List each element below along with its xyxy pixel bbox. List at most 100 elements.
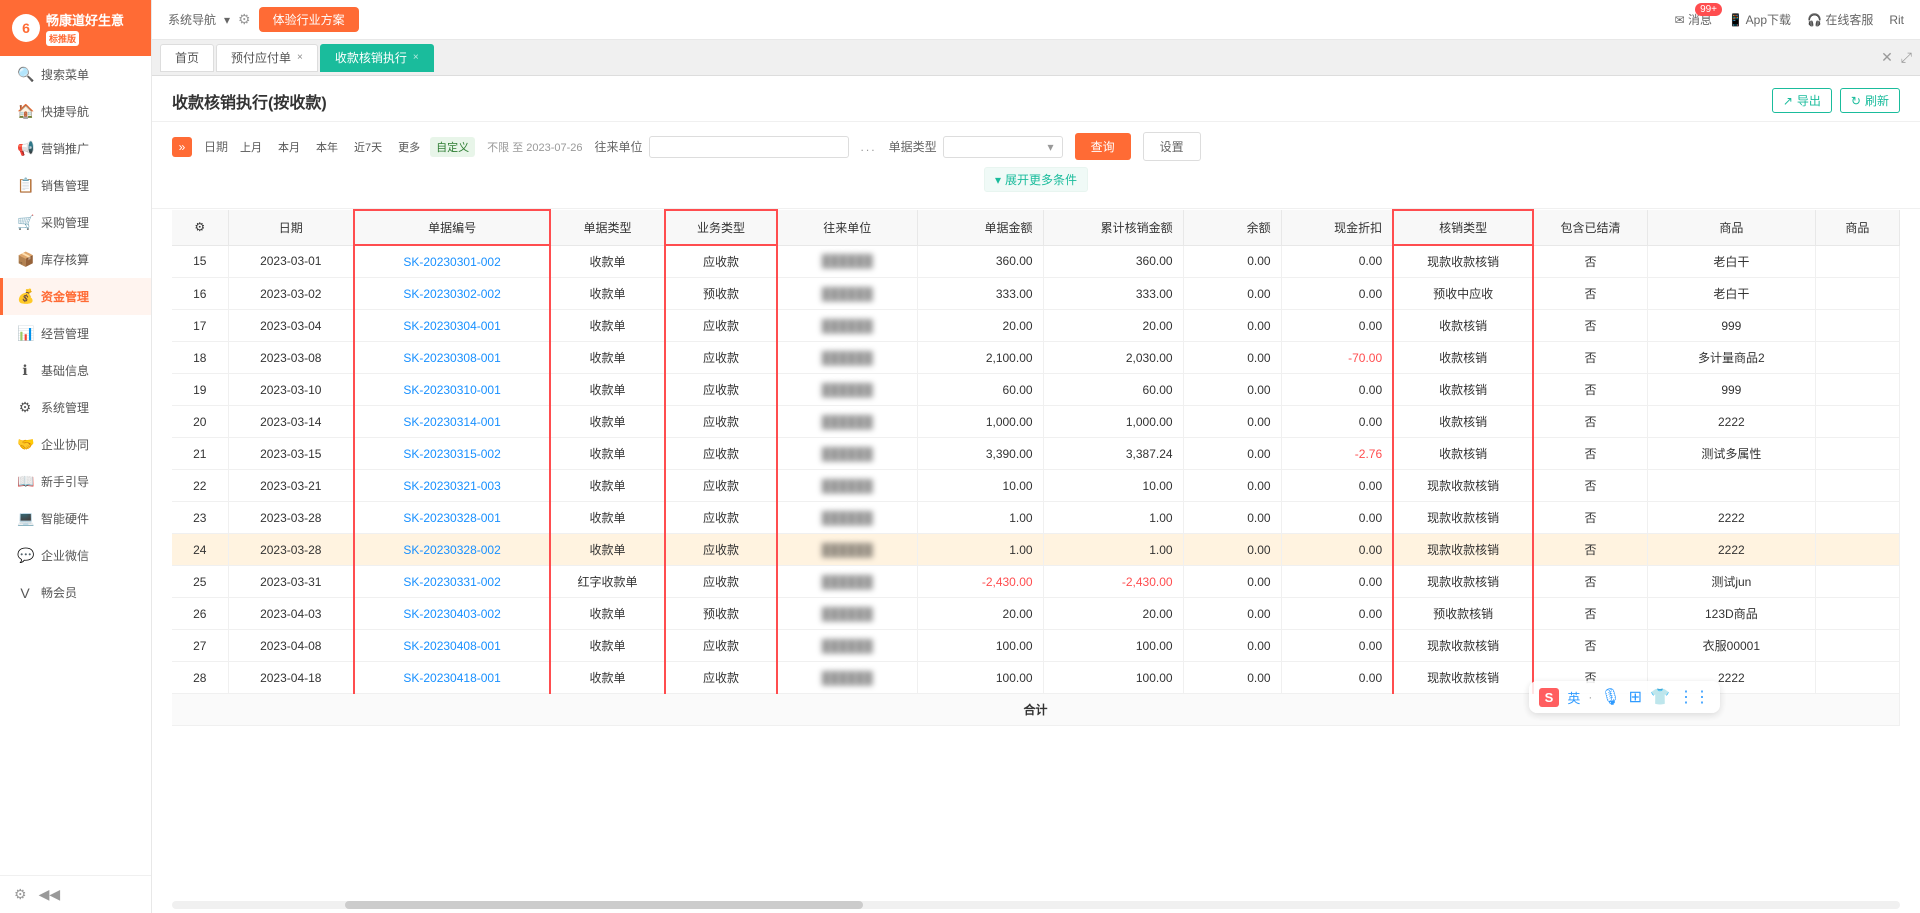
online-service-label: 在线客服 bbox=[1825, 13, 1873, 27]
expand-tabs-icon[interactable]: ⤢ bbox=[1901, 49, 1912, 66]
refresh-button[interactable]: ↻ 刷新 bbox=[1840, 88, 1900, 113]
table-cell[interactable]: SK-20230314-001 bbox=[354, 406, 550, 438]
doc-link[interactable]: SK-20230304-001 bbox=[403, 319, 500, 333]
table-cell[interactable]: SK-20230403-002 bbox=[354, 598, 550, 630]
sidebar-item-nav[interactable]: 🏠 快捷导航 bbox=[0, 93, 151, 130]
filter-expand-button[interactable]: » bbox=[172, 137, 192, 157]
export-button[interactable]: ↗ 导出 bbox=[1772, 88, 1832, 113]
sidebar-item-search[interactable]: 🔍 搜索菜单 bbox=[0, 56, 151, 93]
doc-link[interactable]: SK-20230403-002 bbox=[403, 607, 500, 621]
partner-input[interactable] bbox=[649, 136, 849, 158]
collapse-icon[interactable]: ◀◀ bbox=[39, 886, 61, 903]
date-7days[interactable]: 近7天 bbox=[348, 137, 388, 157]
table-cell[interactable]: SK-20230321-003 bbox=[354, 470, 550, 502]
content: 收款核销执行(按收款) ↗ 导出 ↻ 刷新 » 日期 上月 bbox=[152, 76, 1920, 913]
table-cell: 收款单 bbox=[550, 534, 665, 566]
filter-dots: ... bbox=[861, 140, 877, 154]
basic-icon: ℹ bbox=[17, 362, 33, 379]
table-cell: 0.00 bbox=[1281, 502, 1393, 534]
table-cell[interactable]: SK-20230304-001 bbox=[354, 310, 550, 342]
table-cell: ██████ bbox=[777, 630, 917, 662]
table-cell: ██████ bbox=[777, 662, 917, 694]
settings-bottom-icon[interactable]: ⚙ bbox=[14, 886, 27, 903]
table-cell[interactable]: SK-20230328-001 bbox=[354, 502, 550, 534]
table-cell[interactable]: SK-20230301-002 bbox=[354, 245, 550, 278]
doc-link[interactable]: SK-20230315-002 bbox=[403, 447, 500, 461]
topbar-dropdown[interactable]: ▾ bbox=[224, 13, 230, 27]
expand-more-icon: ▾ bbox=[995, 173, 1001, 187]
filter-settings-button[interactable]: 设置 bbox=[1143, 132, 1201, 161]
tab-prepay[interactable]: 预付应付单 × bbox=[216, 44, 318, 72]
doc-link[interactable]: SK-20230418-001 bbox=[403, 671, 500, 685]
table-cell[interactable]: SK-20230310-001 bbox=[354, 374, 550, 406]
table-cell: 2023-03-31 bbox=[228, 566, 354, 598]
doctype-select[interactable]: ▾ bbox=[943, 136, 1063, 158]
doc-link[interactable]: SK-20230301-002 bbox=[403, 255, 500, 269]
app-name: 畅康道好生意 bbox=[46, 10, 124, 29]
table-cell: 17 bbox=[172, 310, 228, 342]
sidebar-item-label: 搜索菜单 bbox=[41, 66, 89, 83]
app-download[interactable]: 📱 App下载 bbox=[1728, 11, 1791, 28]
table-row: 162023-03-02SK-20230302-002收款单预收款██████3… bbox=[172, 278, 1900, 310]
table-cell: 0.00 bbox=[1183, 534, 1281, 566]
doc-link[interactable]: SK-20230321-003 bbox=[403, 479, 500, 493]
doc-link[interactable]: SK-20230408-001 bbox=[403, 639, 500, 653]
doc-link[interactable]: SK-20230328-001 bbox=[403, 511, 500, 525]
doc-link[interactable]: SK-20230314-001 bbox=[403, 415, 500, 429]
expand-more-button[interactable]: ▾ 展开更多条件 bbox=[984, 167, 1088, 192]
table-cell[interactable]: SK-20230302-002 bbox=[354, 278, 550, 310]
table-cell[interactable]: SK-20230308-001 bbox=[354, 342, 550, 374]
sidebar-item-operations[interactable]: 📊 经营管理 bbox=[0, 315, 151, 352]
table-cell[interactable]: SK-20230331-002 bbox=[354, 566, 550, 598]
doc-link[interactable]: SK-20230302-002 bbox=[403, 287, 500, 301]
date-more[interactable]: 更多 bbox=[392, 137, 426, 157]
sidebar-item-inventory[interactable]: 📦 库存核算 bbox=[0, 241, 151, 278]
sidebar-item-enterprise[interactable]: 🤝 企业协同 bbox=[0, 426, 151, 463]
sidebar-item-sales[interactable]: 📋 销售管理 bbox=[0, 167, 151, 204]
message-badge[interactable]: ✉ 消息 99+ bbox=[1675, 11, 1712, 28]
query-button[interactable]: 查询 bbox=[1075, 133, 1131, 160]
date-custom[interactable]: 自定义 bbox=[430, 137, 475, 157]
sidebar-item-finance[interactable]: 💰 资金管理 bbox=[0, 278, 151, 315]
tab-writeoff-close[interactable]: × bbox=[413, 52, 419, 63]
sidebar-item-purchase[interactable]: 🛒 采购管理 bbox=[0, 204, 151, 241]
close-all-icon[interactable]: ✕ bbox=[1881, 49, 1893, 66]
date-this-year[interactable]: 本年 bbox=[310, 137, 344, 157]
table-cell[interactable]: SK-20230418-001 bbox=[354, 662, 550, 694]
tab-home[interactable]: 首页 bbox=[160, 44, 214, 72]
shirt-icon: 👕 bbox=[1650, 687, 1670, 707]
solution-button[interactable]: 体验行业方案 bbox=[259, 7, 359, 32]
doc-link[interactable]: SK-20230328-002 bbox=[403, 543, 500, 557]
sidebar-item-basic[interactable]: ℹ 基础信息 bbox=[0, 352, 151, 389]
online-service[interactable]: 🎧 在线客服 bbox=[1807, 11, 1873, 28]
table-cell[interactable]: SK-20230408-001 bbox=[354, 630, 550, 662]
sidebar-item-label: 系统管理 bbox=[41, 399, 89, 416]
sidebar-item-system[interactable]: ⚙ 系统管理 bbox=[0, 389, 151, 426]
sidebar-item-hardware[interactable]: 💻 智能硬件 bbox=[0, 500, 151, 537]
tab-writeoff[interactable]: 收款核销执行 × bbox=[320, 44, 434, 72]
col-settings[interactable]: ⚙ bbox=[172, 210, 228, 245]
finance-icon: 💰 bbox=[17, 288, 33, 305]
tab-prepay-close[interactable]: × bbox=[297, 52, 303, 63]
table-cell: 红字收款单 bbox=[550, 566, 665, 598]
table-cell: 0.00 bbox=[1183, 310, 1281, 342]
horizontal-scrollbar[interactable] bbox=[172, 901, 1900, 909]
doc-link[interactable]: SK-20230308-001 bbox=[403, 351, 500, 365]
sidebar-item-member[interactable]: V 畅会员 bbox=[0, 574, 151, 611]
gear-icon[interactable]: ⚙ bbox=[238, 11, 251, 28]
sidebar-item-marketing[interactable]: 📢 营销推广 bbox=[0, 130, 151, 167]
scrollbar-thumb[interactable] bbox=[345, 901, 863, 909]
table-header-row: ⚙ 日期 单据编号 单据类型 业务类型 往来单位 单据金额 累计核销金额 余额 … bbox=[172, 210, 1900, 245]
sidebar-item-wechat[interactable]: 💬 企业微信 bbox=[0, 537, 151, 574]
table-cell: 否 bbox=[1533, 342, 1647, 374]
date-this-month[interactable]: 本月 bbox=[272, 137, 306, 157]
table-cell[interactable]: SK-20230328-002 bbox=[354, 534, 550, 566]
table-cell: 20 bbox=[172, 406, 228, 438]
doc-link[interactable]: SK-20230331-002 bbox=[403, 575, 500, 589]
doc-link[interactable]: SK-20230310-001 bbox=[403, 383, 500, 397]
table-cell: 3,387.24 bbox=[1043, 438, 1183, 470]
col-docno-header: 单据编号 bbox=[354, 210, 550, 245]
table-cell[interactable]: SK-20230315-002 bbox=[354, 438, 550, 470]
date-last-month[interactable]: 上月 bbox=[234, 137, 268, 157]
sidebar-item-guide[interactable]: 📖 新手引导 bbox=[0, 463, 151, 500]
